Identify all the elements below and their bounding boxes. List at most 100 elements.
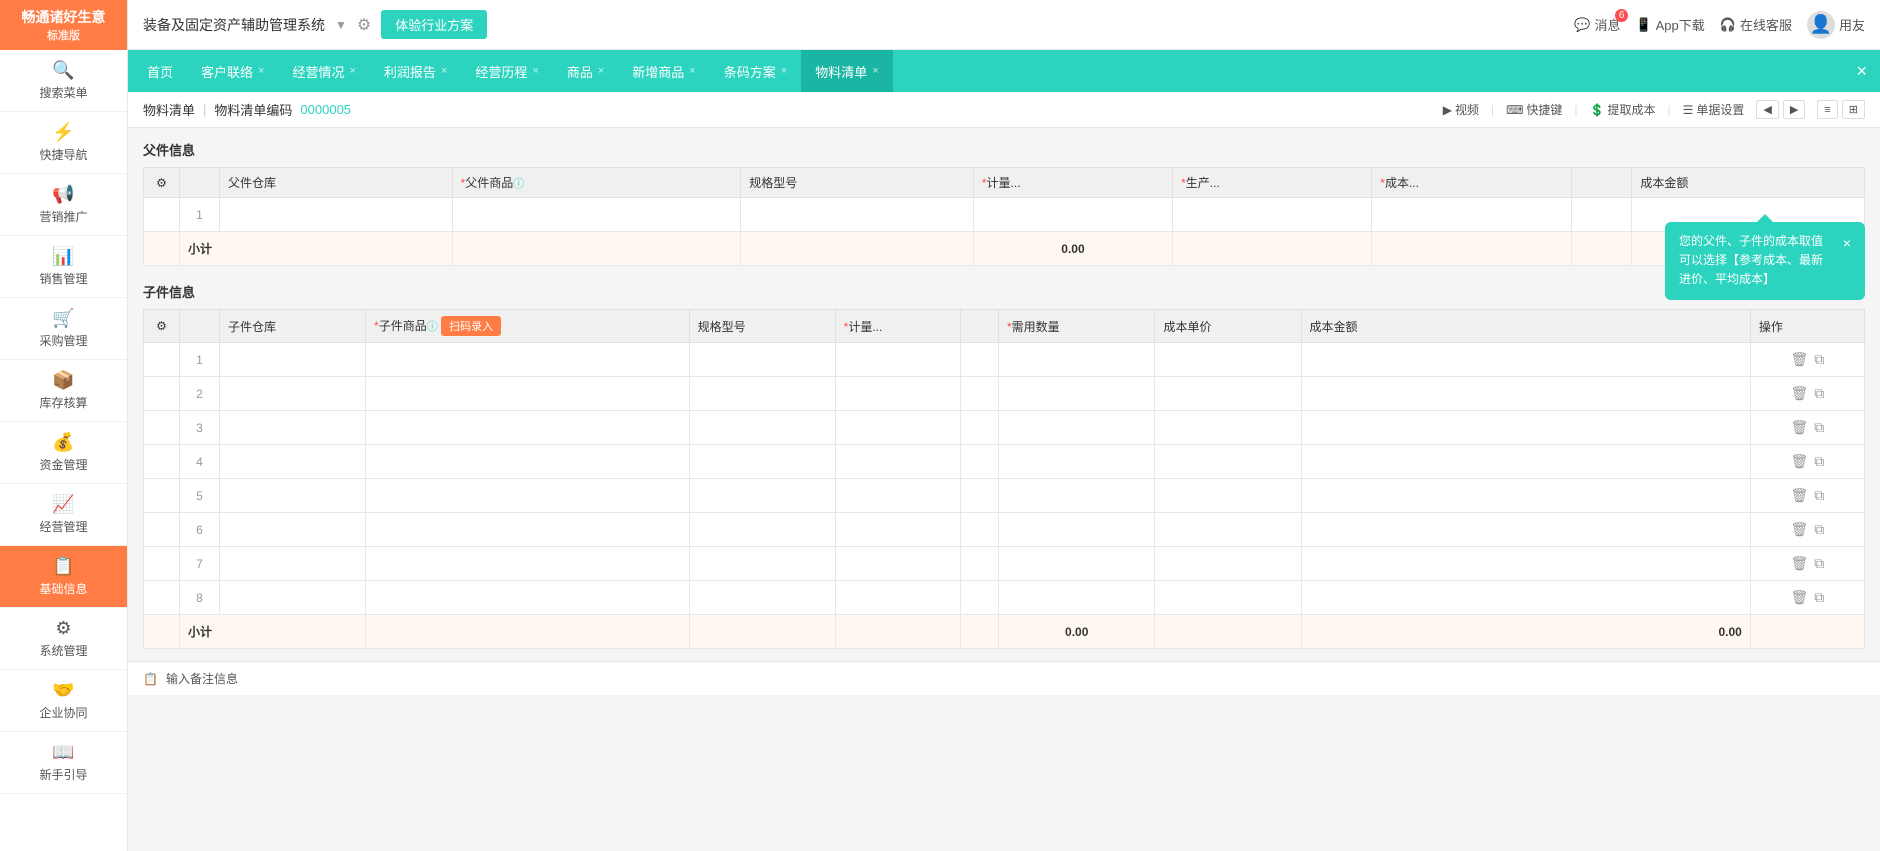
child-row6-warehouse[interactable] — [220, 513, 366, 547]
tab-close-2[interactable]: × — [349, 65, 355, 77]
nav-tab-8[interactable]: 物料清单× — [801, 50, 892, 92]
child-row8-qty[interactable] — [998, 581, 1155, 615]
prev-btn[interactable]: ◀ — [1756, 100, 1778, 119]
nav-tab-1[interactable]: 客户联络× — [187, 50, 278, 92]
parent-row1-production[interactable] — [1173, 198, 1372, 232]
child-row3-cost-price[interactable] — [1155, 411, 1301, 445]
child-row8-warehouse[interactable] — [220, 581, 366, 615]
nav-tab-3[interactable]: 利润报告× — [370, 50, 461, 92]
child-row6-spec[interactable] — [689, 513, 835, 547]
child-row2-unit[interactable] — [835, 377, 960, 411]
sidebar-item-1[interactable]: ⚡快捷导航 — [0, 112, 127, 174]
child-row3-unit[interactable] — [835, 411, 960, 445]
tab-close-6[interactable]: × — [689, 65, 695, 77]
grid-view-btn[interactable]: ⊞ — [1842, 100, 1865, 119]
parent-row1-spec[interactable] — [741, 198, 974, 232]
delete-icon-1[interactable]: 🗑 — [1791, 351, 1809, 368]
child-row3-qty[interactable] — [998, 411, 1155, 445]
child-row8-unit[interactable] — [835, 581, 960, 615]
system-dropdown-icon[interactable]: ▼ — [335, 18, 347, 32]
child-row1-product[interactable] — [366, 343, 690, 377]
child-row6-unit[interactable] — [835, 513, 960, 547]
child-row8-spec[interactable] — [689, 581, 835, 615]
child-row1-warehouse[interactable] — [220, 343, 366, 377]
delete-icon-5[interactable]: 🗑 — [1791, 487, 1809, 504]
sidebar-item-3[interactable]: 📊销售管理 — [0, 236, 127, 298]
child-row2-product[interactable] — [366, 377, 690, 411]
parent-row1-warehouse[interactable] — [220, 198, 453, 232]
tab-close-7[interactable]: × — [781, 65, 787, 77]
nav-tab-6[interactable]: 新增商品× — [618, 50, 709, 92]
child-row1-unit[interactable] — [835, 343, 960, 377]
child-row7-spec[interactable] — [689, 547, 835, 581]
nav-tab-4[interactable]: 经营历程× — [461, 50, 552, 92]
child-row3-product[interactable] — [366, 411, 690, 445]
child-row7-cost-price[interactable] — [1155, 547, 1301, 581]
child-row2-spec[interactable] — [689, 377, 835, 411]
child-row4-spec[interactable] — [689, 445, 835, 479]
copy-icon-7[interactable]: ⧉ — [1814, 555, 1824, 572]
tab-close-8[interactable]: × — [872, 65, 878, 77]
sidebar-item-4[interactable]: 🛒采购管理 — [0, 298, 127, 360]
child-row7-qty[interactable] — [998, 547, 1155, 581]
nav-tab-2[interactable]: 经营情况× — [278, 50, 369, 92]
sidebar-item-5[interactable]: 📦库存核算 — [0, 360, 127, 422]
sidebar-item-9[interactable]: ⚙系统管理 — [0, 608, 127, 670]
child-row7-warehouse[interactable] — [220, 547, 366, 581]
delete-icon-8[interactable]: 🗑 — [1791, 589, 1809, 606]
parent-row1-unit[interactable] — [973, 198, 1172, 232]
tab-close-3[interactable]: × — [441, 65, 447, 77]
nav-tab-7[interactable]: 条码方案× — [710, 50, 801, 92]
gear-icon[interactable]: ⚙ — [357, 15, 371, 35]
parent-row1-product[interactable] — [452, 198, 741, 232]
sidebar-item-11[interactable]: 📖新手引导 — [0, 732, 127, 794]
child-row1-qty[interactable] — [998, 343, 1155, 377]
tooltip-close-btn[interactable]: × — [1843, 232, 1851, 254]
settings-gear-icon[interactable]: ⚙ — [156, 176, 167, 190]
sidebar-item-0[interactable]: 🔍搜索菜单 — [0, 50, 127, 112]
child-row8-product[interactable] — [366, 581, 690, 615]
copy-icon-2[interactable]: ⧉ — [1814, 385, 1824, 402]
user-item[interactable]: 👤 用友 — [1807, 11, 1865, 39]
sidebar-item-2[interactable]: 📢营销推广 — [0, 174, 127, 236]
child-row8-cost-price[interactable] — [1155, 581, 1301, 615]
single-settings-action[interactable]: ☰ 单据设置 — [1683, 101, 1745, 118]
delete-icon-6[interactable]: 🗑 — [1791, 521, 1809, 538]
child-row5-warehouse[interactable] — [220, 479, 366, 513]
message-item[interactable]: 💬 消息 6 — [1574, 15, 1620, 34]
child-row4-product[interactable] — [366, 445, 690, 479]
trial-button[interactable]: 体验行业方案 — [381, 10, 487, 39]
child-row1-spec[interactable] — [689, 343, 835, 377]
child-row7-unit[interactable] — [835, 547, 960, 581]
nav-tab-0[interactable]: 首页 — [133, 50, 187, 92]
child-row1-cost-price[interactable] — [1155, 343, 1301, 377]
child-row2-warehouse[interactable] — [220, 377, 366, 411]
copy-icon-8[interactable]: ⧉ — [1814, 589, 1824, 606]
sidebar-item-10[interactable]: 🤝企业协同 — [0, 670, 127, 732]
child-settings-gear-icon[interactable]: ⚙ — [156, 319, 167, 333]
parent-row1-cost[interactable] — [1372, 198, 1571, 232]
copy-icon-4[interactable]: ⧉ — [1814, 453, 1824, 470]
copy-icon-6[interactable]: ⧉ — [1814, 521, 1824, 538]
copy-icon-1[interactable]: ⧉ — [1814, 351, 1824, 368]
tab-close-5[interactable]: × — [598, 65, 604, 77]
delete-icon-2[interactable]: 🗑 — [1791, 385, 1809, 402]
copy-icon-5[interactable]: ⧉ — [1814, 487, 1824, 504]
nav-close-icon[interactable]: × — [1848, 61, 1875, 82]
online-service-item[interactable]: 🎧 在线客服 — [1720, 15, 1792, 34]
copy-icon-3[interactable]: ⧉ — [1814, 419, 1824, 436]
child-row5-product[interactable] — [366, 479, 690, 513]
child-row5-spec[interactable] — [689, 479, 835, 513]
sidebar-item-6[interactable]: 💰资金管理 — [0, 422, 127, 484]
shortcut-action[interactable]: ⌨ 快捷键 — [1506, 101, 1562, 118]
child-row4-unit[interactable] — [835, 445, 960, 479]
extract-cost-action[interactable]: 💲 提取成本 — [1590, 101, 1656, 118]
view-action[interactable]: ▶ 视频 — [1443, 101, 1479, 118]
next-btn[interactable]: ▶ — [1783, 100, 1805, 119]
child-row2-cost-price[interactable] — [1155, 377, 1301, 411]
child-row3-warehouse[interactable] — [220, 411, 366, 445]
tab-close-4[interactable]: × — [532, 65, 538, 77]
nav-tab-5[interactable]: 商品× — [553, 50, 618, 92]
list-view-btn[interactable]: ≡ — [1817, 100, 1837, 119]
child-row6-product[interactable] — [366, 513, 690, 547]
